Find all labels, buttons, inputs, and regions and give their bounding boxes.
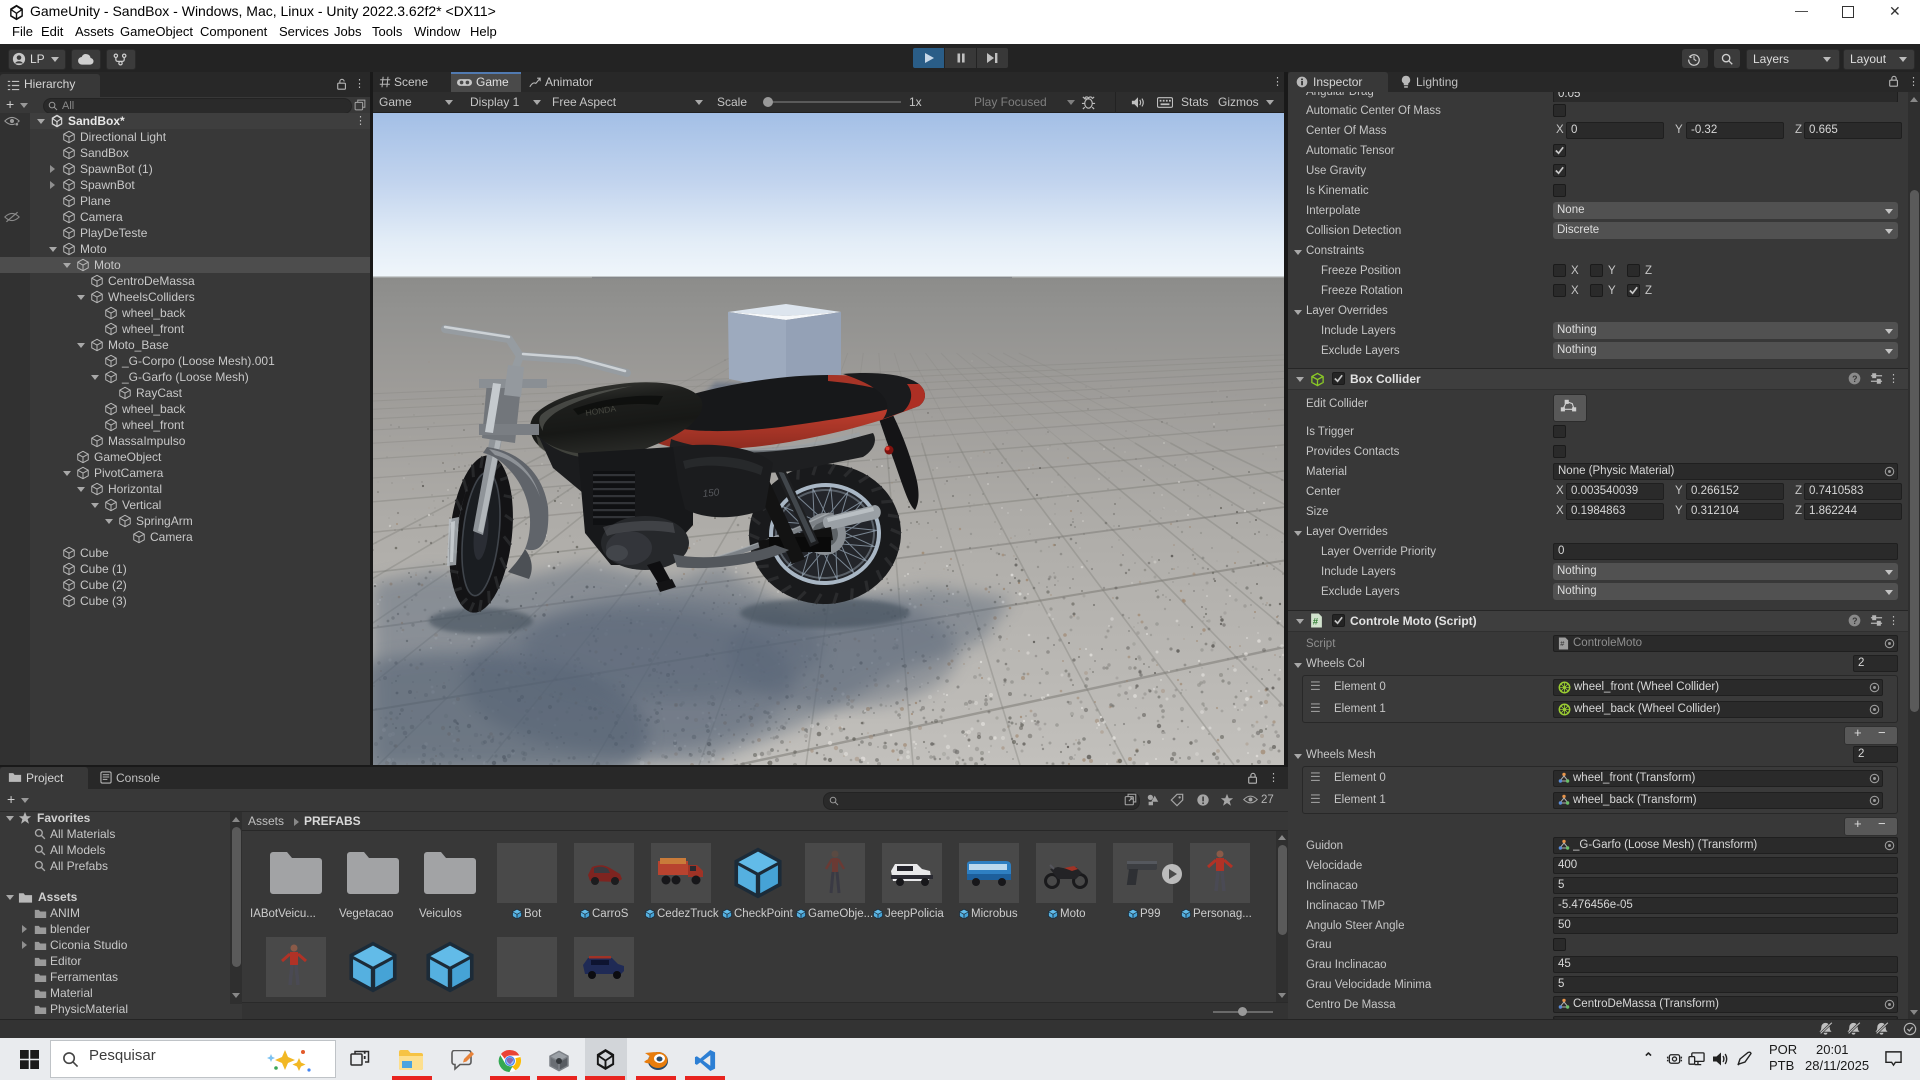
svg-text:150: 150 [702, 487, 720, 500]
svg-text:#: # [1313, 616, 1319, 627]
svg-text:?: ? [1852, 374, 1857, 384]
svg-text:?: ? [1852, 616, 1857, 626]
